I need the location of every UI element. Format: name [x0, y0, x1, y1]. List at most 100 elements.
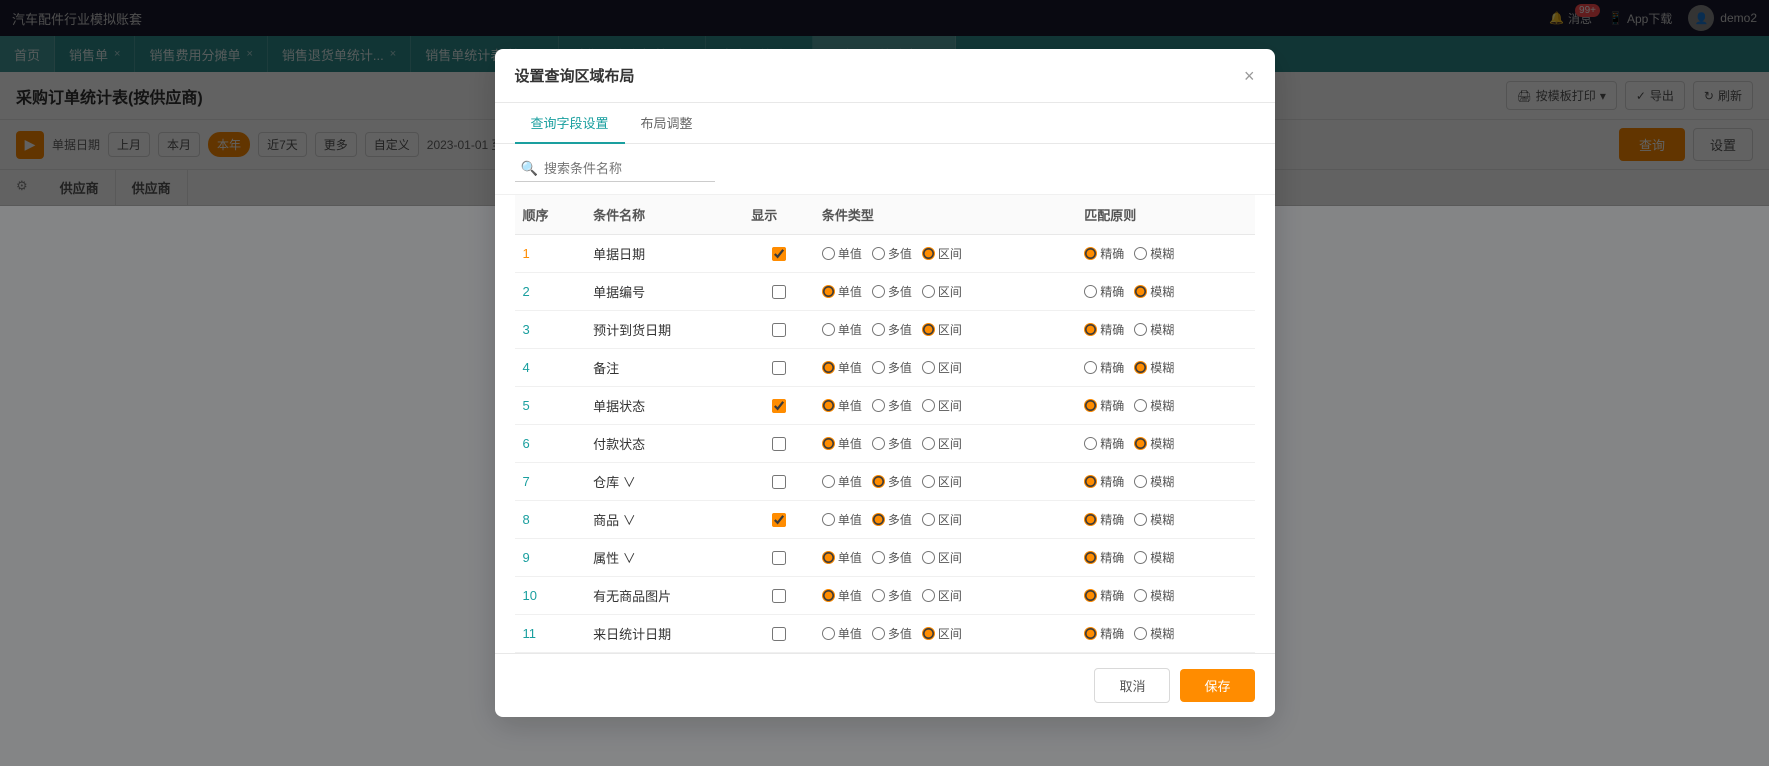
row-match[interactable]: 精确模糊: [1076, 615, 1254, 653]
save-button[interactable]: 保存: [1180, 669, 1254, 702]
display-checkbox[interactable]: [772, 475, 786, 489]
type-radio-item[interactable]: 多值: [872, 587, 912, 604]
display-checkbox[interactable]: [772, 323, 786, 337]
row-match[interactable]: 精确模糊: [1076, 501, 1254, 539]
match-radio-item[interactable]: 精确: [1084, 473, 1124, 490]
type-radio-item[interactable]: 区间: [922, 359, 962, 376]
type-radio-item[interactable]: 单值: [822, 359, 862, 376]
row-display[interactable]: [743, 577, 814, 615]
tab-field-settings[interactable]: 查询字段设置: [515, 103, 625, 144]
match-radio-item[interactable]: 模糊: [1134, 587, 1174, 604]
row-type[interactable]: 单值多值区间: [814, 349, 1076, 387]
type-radio-item[interactable]: 区间: [922, 625, 962, 642]
type-radio-item[interactable]: 单值: [822, 473, 862, 490]
row-match[interactable]: 精确模糊: [1076, 463, 1254, 501]
display-checkbox[interactable]: [772, 589, 786, 603]
display-checkbox[interactable]: [772, 513, 786, 527]
row-match[interactable]: 精确模糊: [1076, 235, 1254, 273]
row-display[interactable]: [743, 311, 814, 349]
display-checkbox[interactable]: [772, 551, 786, 565]
display-checkbox[interactable]: [772, 627, 786, 641]
display-checkbox[interactable]: [772, 399, 786, 413]
match-radio-item[interactable]: 模糊: [1134, 435, 1174, 452]
display-checkbox[interactable]: [772, 437, 786, 451]
match-radio-item[interactable]: 精确: [1084, 625, 1124, 642]
row-type[interactable]: 单值多值区间: [814, 273, 1076, 311]
type-radio-item[interactable]: 单值: [822, 587, 862, 604]
row-display[interactable]: [743, 387, 814, 425]
type-radio-item[interactable]: 区间: [922, 549, 962, 566]
row-type[interactable]: 单值多值区间: [814, 615, 1076, 653]
type-radio-item[interactable]: 区间: [922, 511, 962, 528]
row-display[interactable]: [743, 349, 814, 387]
type-radio-item[interactable]: 多值: [872, 511, 912, 528]
match-radio-item[interactable]: 模糊: [1134, 321, 1174, 338]
row-type[interactable]: 单值多值区间: [814, 501, 1076, 539]
match-radio-item[interactable]: 模糊: [1134, 245, 1174, 262]
tab-layout-adjust[interactable]: 布局调整: [625, 103, 709, 144]
type-radio-item[interactable]: 多值: [872, 625, 912, 642]
row-type[interactable]: 单值多值区间: [814, 311, 1076, 349]
type-radio-item[interactable]: 多值: [872, 321, 912, 338]
match-radio-item[interactable]: 模糊: [1134, 359, 1174, 376]
match-radio-item[interactable]: 精确: [1084, 549, 1124, 566]
match-radio-item[interactable]: 精确: [1084, 397, 1124, 414]
type-radio-item[interactable]: 区间: [922, 473, 962, 490]
type-radio-item[interactable]: 区间: [922, 321, 962, 338]
type-radio-item[interactable]: 多值: [872, 473, 912, 490]
match-radio-item[interactable]: 精确: [1084, 283, 1124, 300]
row-match[interactable]: 精确模糊: [1076, 349, 1254, 387]
row-display[interactable]: [743, 539, 814, 577]
match-radio-item[interactable]: 模糊: [1134, 511, 1174, 528]
match-radio-item[interactable]: 精确: [1084, 245, 1124, 262]
type-radio-item[interactable]: 单值: [822, 321, 862, 338]
display-checkbox[interactable]: [772, 361, 786, 375]
row-match[interactable]: 精确模糊: [1076, 539, 1254, 577]
display-checkbox[interactable]: [772, 285, 786, 299]
type-radio-item[interactable]: 区间: [922, 435, 962, 452]
type-radio-item[interactable]: 单值: [822, 283, 862, 300]
row-match[interactable]: 精确模糊: [1076, 425, 1254, 463]
display-checkbox[interactable]: [772, 247, 786, 261]
match-radio-item[interactable]: 模糊: [1134, 625, 1174, 642]
type-radio-item[interactable]: 多值: [872, 549, 912, 566]
match-radio-item[interactable]: 精确: [1084, 359, 1124, 376]
row-type[interactable]: 单值多值区间: [814, 577, 1076, 615]
type-radio-item[interactable]: 多值: [872, 397, 912, 414]
type-radio-item[interactable]: 单值: [822, 435, 862, 452]
cancel-button[interactable]: 取消: [1094, 668, 1170, 703]
row-type[interactable]: 单值多值区间: [814, 425, 1076, 463]
match-radio-item[interactable]: 精确: [1084, 321, 1124, 338]
match-radio-item[interactable]: 精确: [1084, 587, 1124, 604]
type-radio-item[interactable]: 多值: [872, 359, 912, 376]
row-display[interactable]: [743, 273, 814, 311]
row-display[interactable]: [743, 501, 814, 539]
type-radio-item[interactable]: 单值: [822, 625, 862, 642]
type-radio-item[interactable]: 单值: [822, 549, 862, 566]
row-display[interactable]: [743, 235, 814, 273]
search-input[interactable]: [544, 161, 704, 176]
match-radio-item[interactable]: 模糊: [1134, 397, 1174, 414]
type-radio-item[interactable]: 区间: [922, 587, 962, 604]
type-radio-item[interactable]: 多值: [872, 435, 912, 452]
type-radio-item[interactable]: 区间: [922, 245, 962, 262]
row-match[interactable]: 精确模糊: [1076, 577, 1254, 615]
row-type[interactable]: 单值多值区间: [814, 387, 1076, 425]
row-type[interactable]: 单值多值区间: [814, 463, 1076, 501]
row-display[interactable]: [743, 615, 814, 653]
row-type[interactable]: 单值多值区间: [814, 539, 1076, 577]
match-radio-item[interactable]: 精确: [1084, 435, 1124, 452]
row-match[interactable]: 精确模糊: [1076, 273, 1254, 311]
match-radio-item[interactable]: 模糊: [1134, 549, 1174, 566]
row-match[interactable]: 精确模糊: [1076, 311, 1254, 349]
type-radio-item[interactable]: 单值: [822, 511, 862, 528]
dialog-close-button[interactable]: ×: [1244, 67, 1255, 85]
match-radio-item[interactable]: 模糊: [1134, 283, 1174, 300]
type-radio-item[interactable]: 单值: [822, 245, 862, 262]
row-match[interactable]: 精确模糊: [1076, 387, 1254, 425]
type-radio-item[interactable]: 区间: [922, 397, 962, 414]
type-radio-item[interactable]: 多值: [872, 283, 912, 300]
match-radio-item[interactable]: 模糊: [1134, 473, 1174, 490]
type-radio-item[interactable]: 单值: [822, 397, 862, 414]
row-display[interactable]: [743, 425, 814, 463]
